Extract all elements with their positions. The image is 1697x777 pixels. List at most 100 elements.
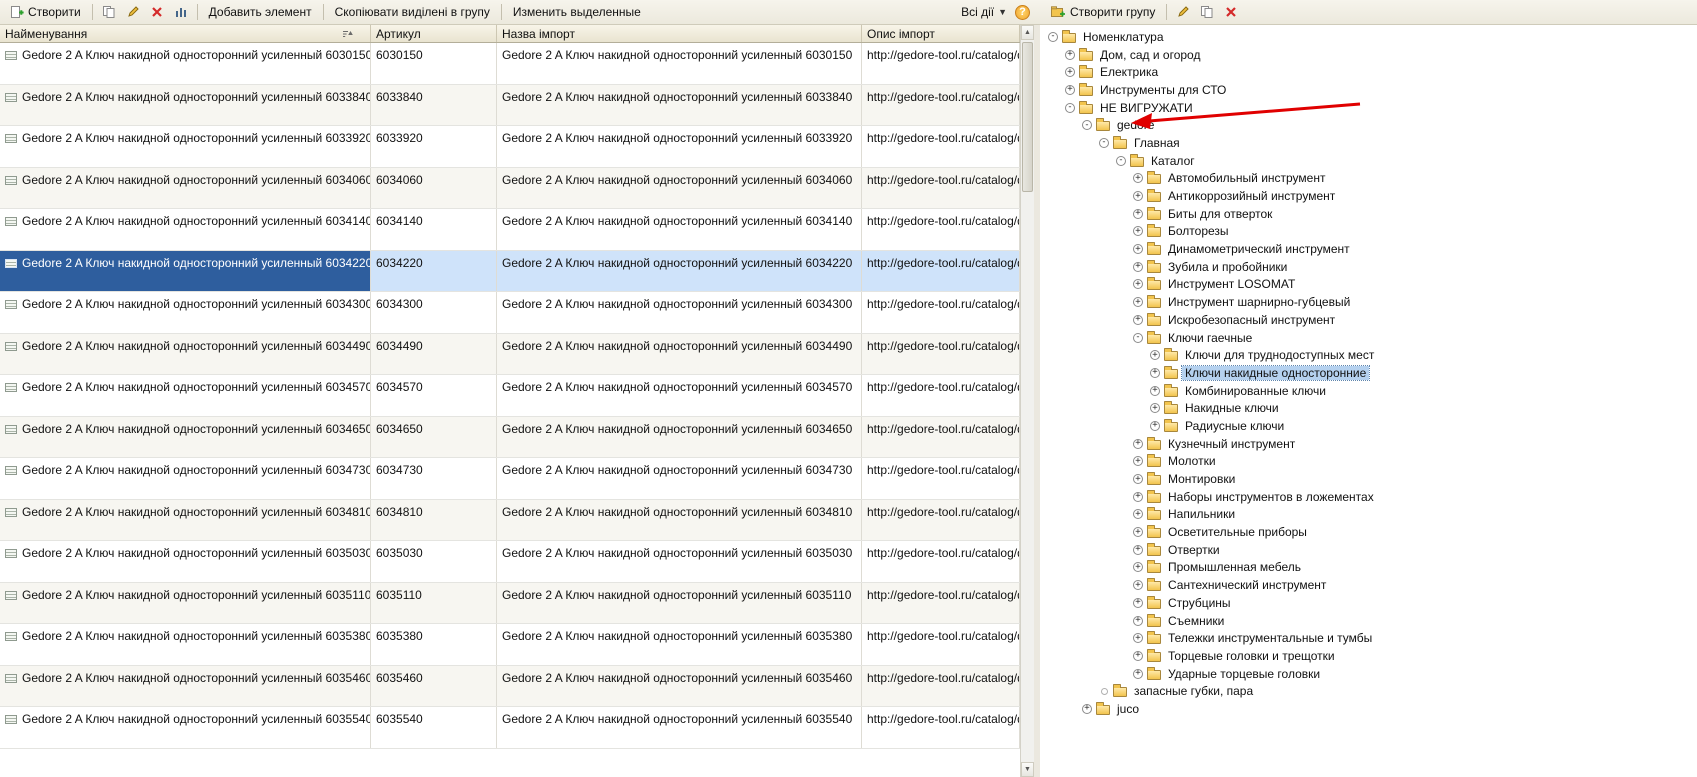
- cell-import-name[interactable]: Gedore 2 A Ключ накидной односторонний у…: [497, 167, 862, 208]
- cell-name[interactable]: Gedore 2 A Ключ накидной односторонний у…: [0, 582, 371, 623]
- cell-import-desc[interactable]: http://gedore-tool.ru/catalog/d...: [862, 582, 1020, 623]
- tree-item-label[interactable]: Молотки: [1165, 454, 1219, 468]
- tree-item[interactable]: + Дом, сад и огород: [1040, 46, 1697, 64]
- cell-import-desc[interactable]: http://gedore-tool.ru/catalog/d...: [862, 126, 1020, 167]
- column-header-article[interactable]: Артикул: [371, 25, 497, 42]
- collapse-icon[interactable]: -: [1065, 102, 1075, 113]
- expand-icon[interactable]: +: [1133, 527, 1143, 538]
- collapse-icon[interactable]: -: [1048, 31, 1058, 42]
- tree-item-label[interactable]: Комбинированные ключи: [1182, 384, 1329, 398]
- collapse-icon[interactable]: -: [1099, 137, 1109, 148]
- tree-item-label[interactable]: Кузнечный инструмент: [1165, 437, 1298, 451]
- tree-item-label[interactable]: Ключи гаечные: [1165, 331, 1255, 345]
- copy-button[interactable]: [98, 2, 120, 22]
- tree-item[interactable]: + Торцевые головки и трещотки: [1040, 647, 1697, 665]
- cell-name[interactable]: Gedore 2 A Ключ накидной односторонний у…: [0, 209, 371, 250]
- add-element-button[interactable]: Добавить элемент: [203, 2, 318, 22]
- cell-article[interactable]: 6033920: [371, 126, 497, 167]
- expand-icon[interactable]: +: [1133, 615, 1143, 626]
- tree-edit-button[interactable]: [1172, 2, 1194, 22]
- tree-item-label[interactable]: Наборы инструментов в ложементах: [1165, 490, 1377, 504]
- cell-article[interactable]: 6034300: [371, 292, 497, 333]
- tree-item[interactable]: + Осветительные приборы: [1040, 523, 1697, 541]
- tree-item[interactable]: - gedore: [1040, 116, 1697, 134]
- table-row[interactable]: Gedore 2 A Ключ накидной односторонний у…: [0, 416, 1020, 458]
- cell-import-desc[interactable]: http://gedore-tool.ru/catalog/d...: [862, 250, 1020, 291]
- tree-item-label[interactable]: Инструмент LOSOMAT: [1165, 277, 1298, 291]
- scrollbar-thumb[interactable]: [1022, 42, 1033, 192]
- tree-item[interactable]: + Инструмент LOSOMAT: [1040, 276, 1697, 294]
- expand-icon[interactable]: +: [1133, 650, 1143, 661]
- cell-article[interactable]: 6035380: [371, 624, 497, 665]
- cell-import-name[interactable]: Gedore 2 A Ключ накидной односторонний у…: [497, 375, 862, 416]
- tree-item-label[interactable]: НЕ ВИГРУЖАТИ: [1097, 101, 1196, 115]
- cell-import-name[interactable]: Gedore 2 A Ключ накидной односторонний у…: [497, 707, 862, 748]
- cell-import-name[interactable]: Gedore 2 A Ключ накидной односторонний у…: [497, 84, 862, 125]
- tree-item[interactable]: + Ударные торцевые головки: [1040, 665, 1697, 683]
- expand-icon[interactable]: +: [1150, 367, 1160, 378]
- cell-import-desc[interactable]: http://gedore-tool.ru/catalog/d...: [862, 84, 1020, 125]
- expand-icon[interactable]: +: [1133, 226, 1143, 237]
- cell-import-desc[interactable]: http://gedore-tool.ru/catalog/d...: [862, 292, 1020, 333]
- cell-import-desc[interactable]: http://gedore-tool.ru/catalog/d...: [862, 665, 1020, 706]
- cell-name[interactable]: Gedore 2 A Ключ накидной односторонний у…: [0, 126, 371, 167]
- expand-icon[interactable]: +: [1133, 173, 1143, 184]
- histogram-button[interactable]: [170, 2, 192, 22]
- table-row[interactable]: Gedore 2 A Ключ накидной односторонний у…: [0, 458, 1020, 500]
- cell-article[interactable]: 6034490: [371, 333, 497, 374]
- table-row[interactable]: Gedore 2 A Ключ накидной односторонний у…: [0, 126, 1020, 168]
- cell-article[interactable]: 6035110: [371, 582, 497, 623]
- cell-name[interactable]: Gedore 2 A Ключ накидной односторонний у…: [0, 458, 371, 499]
- tree-item[interactable]: + Болторезы: [1040, 223, 1697, 241]
- table-row[interactable]: Gedore 2 A Ключ накидной односторонний у…: [0, 665, 1020, 707]
- cell-import-desc[interactable]: http://gedore-tool.ru/catalog/d...: [862, 209, 1020, 250]
- cell-name[interactable]: Gedore 2 A Ключ накидной односторонний у…: [0, 167, 371, 208]
- cell-import-name[interactable]: Gedore 2 A Ключ накидной односторонний у…: [497, 126, 862, 167]
- tree-item[interactable]: + Зубила и пробойники: [1040, 258, 1697, 276]
- cell-import-name[interactable]: Gedore 2 A Ключ накидной односторонний у…: [497, 292, 862, 333]
- cell-import-desc[interactable]: http://gedore-tool.ru/catalog/d...: [862, 375, 1020, 416]
- cell-name[interactable]: Gedore 2 A Ключ накидной односторонний у…: [0, 333, 371, 374]
- collapse-icon[interactable]: -: [1133, 332, 1143, 343]
- edit-button[interactable]: [122, 2, 144, 22]
- expand-icon[interactable]: +: [1133, 491, 1143, 502]
- tree-item-label[interactable]: Каталог: [1148, 154, 1198, 168]
- cell-article[interactable]: 6033840: [371, 84, 497, 125]
- tree-item-label[interactable]: Съемники: [1165, 614, 1227, 628]
- collapse-icon[interactable]: -: [1082, 120, 1092, 131]
- tree-item[interactable]: + Сантехнический инструмент: [1040, 576, 1697, 594]
- tree-item-label[interactable]: Ключи накидные односторонние: [1180, 364, 1371, 381]
- cell-name[interactable]: Gedore 2 A Ключ накидной односторонний у…: [0, 499, 371, 540]
- cell-import-name[interactable]: Gedore 2 A Ключ накидной односторонний у…: [497, 582, 862, 623]
- tree-item[interactable]: - Номенклатура: [1040, 28, 1697, 46]
- tree-item[interactable]: + Автомобильный инструмент: [1040, 170, 1697, 188]
- expand-icon[interactable]: +: [1133, 297, 1143, 308]
- tree-item-label[interactable]: Дом, сад и огород: [1097, 48, 1203, 62]
- tree-item-label[interactable]: Номенклатура: [1080, 30, 1167, 44]
- cell-name[interactable]: Gedore 2 A Ключ накидной односторонний у…: [0, 416, 371, 457]
- tree-item[interactable]: + Електрика: [1040, 63, 1697, 81]
- tree-item[interactable]: + Промышленная мебель: [1040, 559, 1697, 577]
- cell-import-desc[interactable]: http://gedore-tool.ru/catalog/d...: [862, 167, 1020, 208]
- expand-icon[interactable]: +: [1133, 580, 1143, 591]
- cell-article[interactable]: 6034060: [371, 167, 497, 208]
- tree-copy-button[interactable]: [1196, 2, 1218, 22]
- scroll-down-button[interactable]: ▼: [1021, 762, 1034, 777]
- cell-article[interactable]: 6034730: [371, 458, 497, 499]
- table-scrollbar[interactable]: ▲ ▼: [1020, 25, 1034, 777]
- table-row[interactable]: Gedore 2 A Ключ накидной односторонний у…: [0, 292, 1020, 334]
- cell-import-name[interactable]: Gedore 2 A Ключ накидной односторонний у…: [497, 333, 862, 374]
- tree-item[interactable]: + Биты для отверток: [1040, 205, 1697, 223]
- tree-item[interactable]: + Инструменты для СТО: [1040, 81, 1697, 99]
- expand-icon[interactable]: +: [1150, 350, 1160, 361]
- help-button[interactable]: ?: [1015, 4, 1030, 20]
- table-row[interactable]: Gedore 2 A Ключ накидной односторонний у…: [0, 84, 1020, 126]
- table-row[interactable]: Gedore 2 A Ключ накидной односторонний у…: [0, 167, 1020, 209]
- tree-item-label[interactable]: Динамометрический инструмент: [1165, 242, 1353, 256]
- cell-name[interactable]: Gedore 2 A Ключ накидной односторонний у…: [0, 541, 371, 582]
- tree-item[interactable]: + Монтировки: [1040, 470, 1697, 488]
- tree-delete-button[interactable]: [1220, 2, 1242, 22]
- cell-article[interactable]: 6034140: [371, 209, 497, 250]
- tree-item-label[interactable]: Промышленная мебель: [1165, 560, 1304, 574]
- table-row[interactable]: Gedore 2 A Ключ накидной односторонний у…: [0, 541, 1020, 583]
